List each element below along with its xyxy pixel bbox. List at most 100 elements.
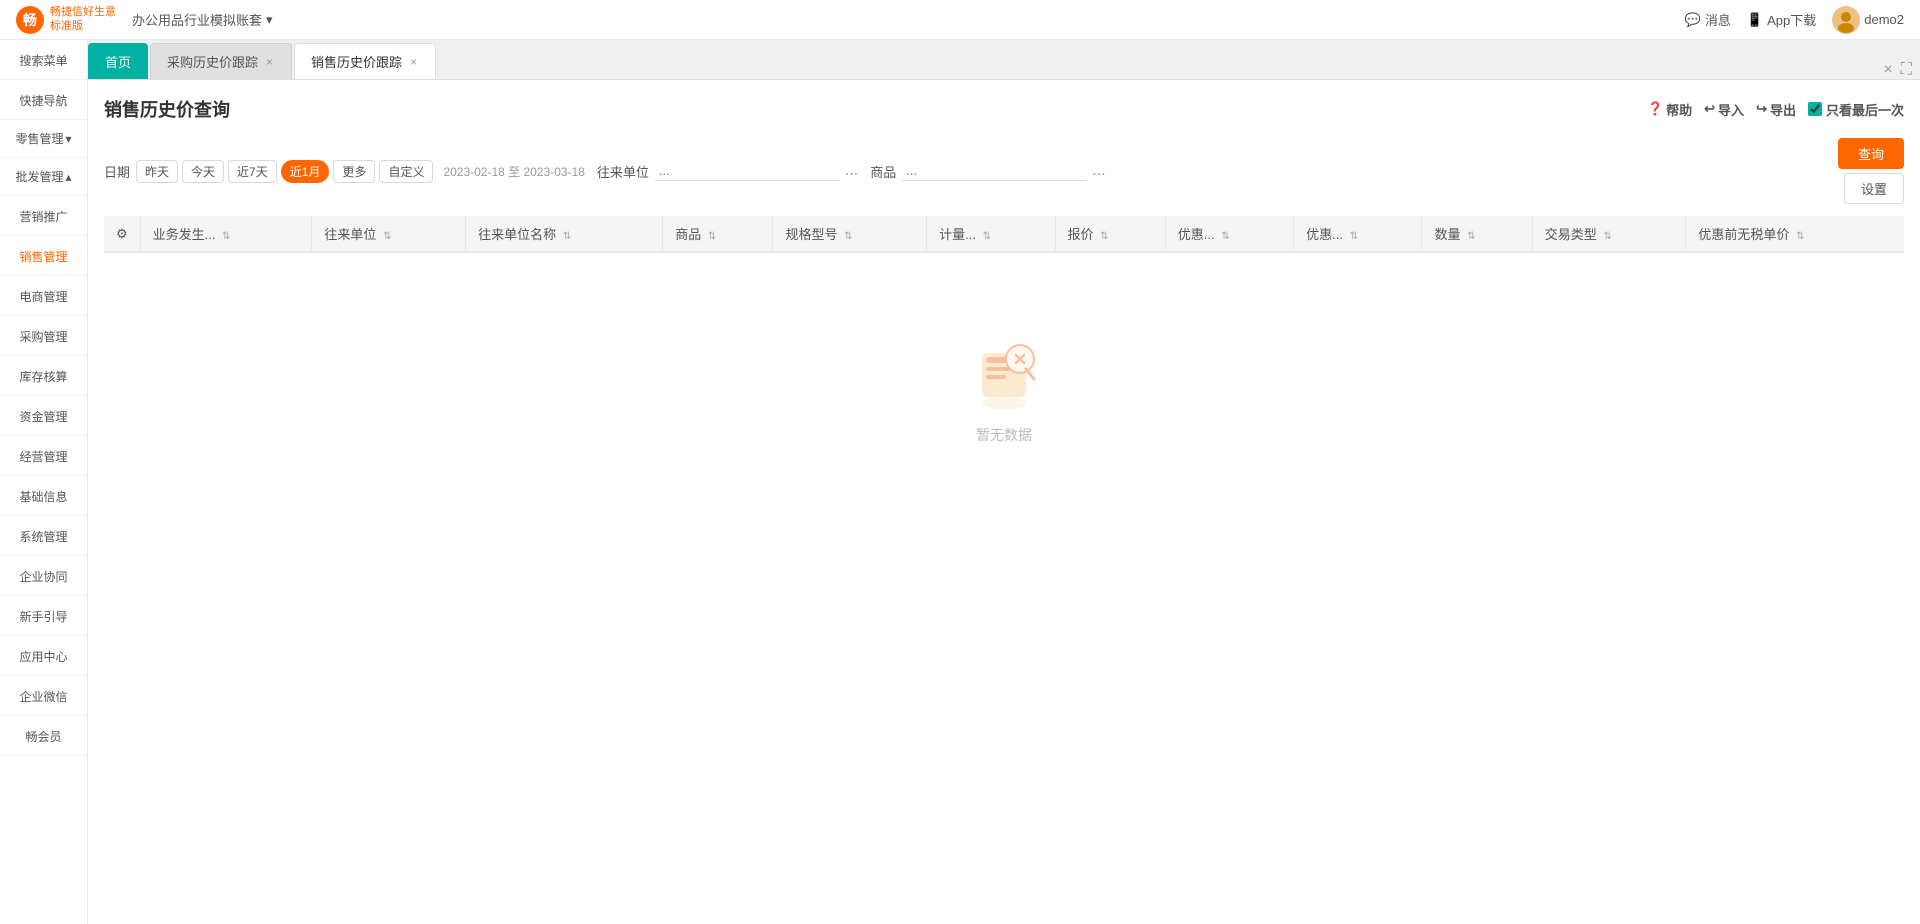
- import-icon: ↩: [1704, 101, 1715, 117]
- col-discount2[interactable]: 优惠... ⇅: [1294, 216, 1422, 252]
- col-partner-code[interactable]: 往来单位 ⇅: [312, 216, 466, 252]
- only-last-checkbox-label[interactable]: 只看最后一次: [1808, 100, 1904, 119]
- date-btn-7days[interactable]: 近7天: [228, 160, 277, 183]
- message-icon: 💬: [1685, 12, 1701, 28]
- date-buttons: 昨天 今天 近7天 近1月 更多 自定义: [136, 160, 433, 183]
- date-btn-today[interactable]: 今天: [182, 160, 224, 183]
- sidebar-item-inventory[interactable]: 库存核算: [0, 356, 87, 396]
- partner-input[interactable]: [655, 161, 839, 181]
- sidebar-item-guide[interactable]: 新手引导: [0, 596, 87, 636]
- page-title-actions: ❓ 帮助 ↩ 导入 ↪ 导出 只看最后一次: [1647, 100, 1904, 119]
- topbar: 畅 畅捷信好生意 标准版 办公用品行业模拟账套 ▾ 💬 消息 📱 App下载 d…: [0, 0, 1920, 40]
- page-container: 销售历史价查询 ❓ 帮助 ↩ 导入 ↪ 导出: [88, 80, 1920, 924]
- product-filter: 商品 ...: [870, 161, 1105, 181]
- sort-icon: ⇅: [1350, 231, 1358, 242]
- sidebar-item-purchase[interactable]: 采购管理: [0, 316, 87, 356]
- col-qty[interactable]: 数量 ⇅: [1422, 216, 1532, 252]
- close-all-tabs-button[interactable]: ×: [1883, 61, 1892, 79]
- content-area: 首页 采购历史价跟踪 × 销售历史价跟踪 × × ⛶ 销售历史价查询: [88, 40, 1920, 924]
- col-biz-date[interactable]: 业务发生... ⇅: [140, 216, 312, 252]
- sort-icon: ⇅: [844, 231, 852, 242]
- date-range-text: 2023-02-18 至 2023-03-18: [443, 163, 584, 180]
- tab-sales-close[interactable]: ×: [408, 56, 419, 68]
- tab-sales[interactable]: 销售历史价跟踪 ×: [294, 43, 436, 79]
- date-filter-group: 日期 昨天 今天 近7天 近1月 更多 自定义 2023-02-18 至 202…: [104, 160, 585, 183]
- sidebar-item-operations[interactable]: 经营管理: [0, 436, 87, 476]
- help-button[interactable]: ❓ 帮助: [1647, 100, 1692, 119]
- message-button[interactable]: 💬 消息: [1685, 10, 1731, 29]
- partner-picker-button[interactable]: ...: [845, 162, 858, 180]
- col-price[interactable]: 报价 ⇅: [1055, 216, 1165, 252]
- sidebar-item-cooperation[interactable]: 企业协同: [0, 556, 87, 596]
- col-settings[interactable]: ⚙: [104, 216, 140, 252]
- sidebar-item-basic[interactable]: 基础信息: [0, 476, 87, 516]
- partner-label: 往来单位: [597, 162, 649, 181]
- product-picker-button[interactable]: ...: [1092, 162, 1105, 180]
- fullscreen-button[interactable]: ⛶: [1901, 61, 1912, 79]
- settings-icon[interactable]: ⚙: [116, 226, 128, 241]
- sort-icon: ⇅: [1467, 231, 1475, 242]
- filter-bar: 日期 昨天 今天 近7天 近1月 更多 自定义 2023-02-18 至 202…: [104, 138, 1904, 204]
- col-spec[interactable]: 规格型号 ⇅: [773, 216, 927, 252]
- empty-icon: [964, 333, 1044, 413]
- col-pre-tax-price[interactable]: 优惠前无税单价 ⇅: [1686, 216, 1904, 252]
- date-btn-yesterday[interactable]: 昨天: [136, 160, 178, 183]
- query-button[interactable]: 查询: [1838, 138, 1904, 169]
- main-layout: 搜索菜单 快捷导航 零售管理 ▾ 批发管理 ▴ 营销推广 销售管理 电商管理 采: [0, 40, 1920, 924]
- export-button[interactable]: ↪ 导出: [1756, 100, 1796, 119]
- avatar: [1832, 6, 1860, 34]
- col-product[interactable]: 商品 ⇅: [663, 216, 773, 252]
- tab-purchase[interactable]: 采购历史价跟踪 ×: [150, 43, 292, 79]
- tab-purchase-close[interactable]: ×: [264, 56, 275, 68]
- product-input[interactable]: [902, 161, 1086, 181]
- download-button[interactable]: 📱 App下载: [1747, 10, 1816, 29]
- tab-bar-actions: × ⛶: [1875, 61, 1920, 79]
- empty-state: 暂无数据: [104, 253, 1904, 525]
- sort-icon: ⇅: [563, 231, 571, 242]
- export-icon: ↪: [1756, 101, 1767, 117]
- col-trade-type[interactable]: 交易类型 ⇅: [1532, 216, 1686, 252]
- sidebar-item-retail[interactable]: 零售管理 ▾: [0, 120, 87, 158]
- topbar-right: 💬 消息 📱 App下载 demo2: [1685, 6, 1904, 34]
- sidebar-item-finance[interactable]: 资金管理: [0, 396, 87, 436]
- sort-icon: ⇅: [1603, 231, 1611, 242]
- sort-icon: ⇅: [1221, 231, 1229, 242]
- sidebar-item-member[interactable]: 畅会员: [0, 716, 87, 756]
- col-unit[interactable]: 计量... ⇅: [927, 216, 1055, 252]
- sidebar-item-wechat[interactable]: 企业微信: [0, 676, 87, 716]
- tab-home[interactable]: 首页: [88, 43, 148, 79]
- table-header: ⚙ 业务发生... ⇅ 往来单位 ⇅ 往来单位名称 ⇅: [104, 216, 1904, 252]
- sort-icon: ⇅: [983, 231, 991, 242]
- import-button[interactable]: ↩ 导入: [1704, 100, 1744, 119]
- data-table: ⚙ 业务发生... ⇅ 往来单位 ⇅ 往来单位名称 ⇅: [104, 216, 1904, 253]
- page-title-bar: 销售历史价查询 ❓ 帮助 ↩ 导入 ↪ 导出: [104, 96, 1904, 122]
- logo-text: 畅捷信好生意 标准版: [50, 6, 116, 32]
- sort-icon: ⇅: [222, 231, 230, 242]
- product-label: 商品: [870, 162, 896, 181]
- only-last-checkbox[interactable]: [1808, 102, 1822, 116]
- page-title: 销售历史价查询: [104, 96, 230, 122]
- sort-icon: ⇅: [1100, 231, 1108, 242]
- settings-button[interactable]: 设置: [1844, 173, 1904, 204]
- logo-icon: 畅: [16, 6, 44, 34]
- sidebar-item-sales[interactable]: 销售管理: [0, 236, 87, 276]
- sidebar-item-shortcut[interactable]: 快捷导航: [0, 80, 87, 120]
- download-icon: 📱: [1747, 12, 1763, 28]
- sidebar-item-apps[interactable]: 应用中心: [0, 636, 87, 676]
- date-btn-more[interactable]: 更多: [333, 160, 375, 183]
- date-btn-custom[interactable]: 自定义: [379, 160, 433, 183]
- date-btn-1month[interactable]: 近1月: [281, 160, 330, 183]
- filter-actions: 查询 设置: [1838, 138, 1904, 204]
- date-label: 日期: [104, 162, 130, 181]
- partner-filter: 往来单位 ...: [597, 161, 858, 181]
- sidebar-item-wholesale[interactable]: 批发管理 ▴: [0, 158, 87, 196]
- sidebar-item-ecommerce[interactable]: 电商管理: [0, 276, 87, 316]
- user-menu[interactable]: demo2: [1832, 6, 1904, 34]
- col-partner-name[interactable]: 往来单位名称 ⇅: [466, 216, 663, 252]
- sidebar-item-marketing[interactable]: 营销推广: [0, 196, 87, 236]
- sidebar-item-search[interactable]: 搜索菜单: [0, 40, 87, 80]
- col-discount1[interactable]: 优惠... ⇅: [1165, 216, 1293, 252]
- app-selector[interactable]: 办公用品行业模拟账套 ▾: [124, 6, 281, 33]
- chevron-down-icon: ▾: [266, 12, 273, 28]
- sidebar-item-system[interactable]: 系统管理: [0, 516, 87, 556]
